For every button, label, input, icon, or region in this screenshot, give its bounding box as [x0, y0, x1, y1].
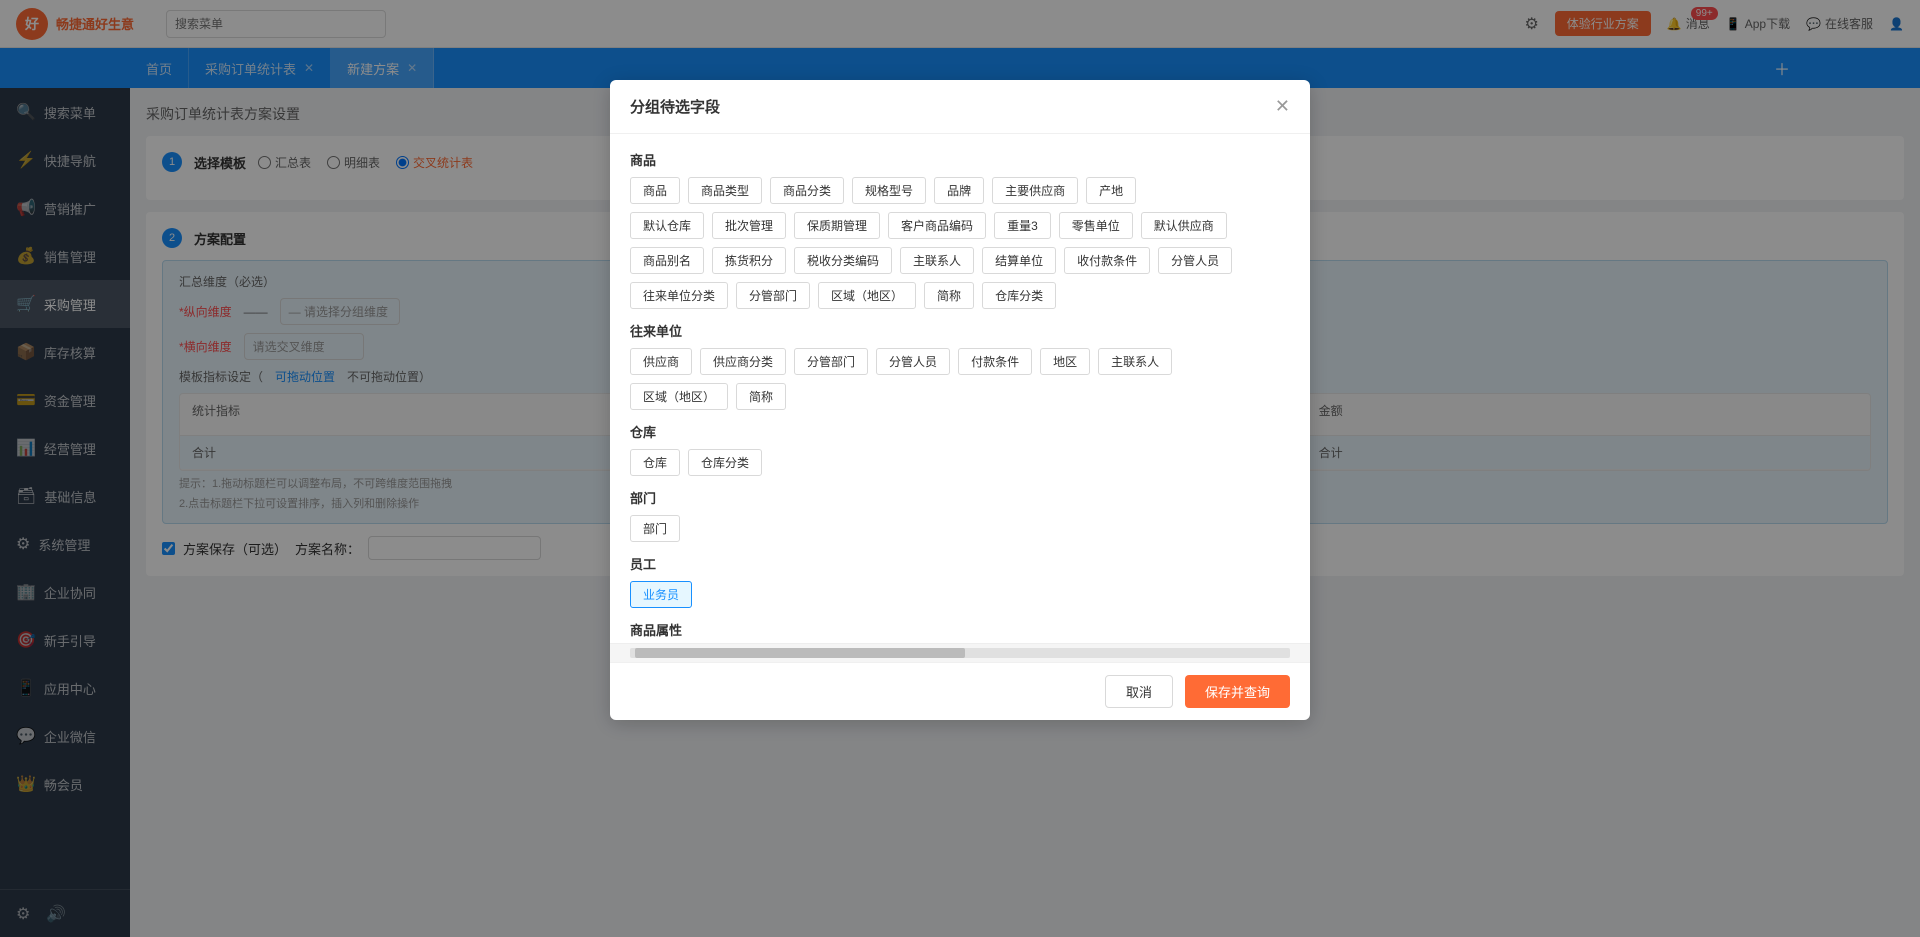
section-title-goods-attr: 商品属性 [630, 620, 1290, 639]
field-tag-weight3[interactable]: 重量3 [994, 212, 1051, 239]
field-tag-brand[interactable]: 品牌 [934, 177, 984, 204]
modal-overlay: 分组待选字段 ✕ 商品 商品 商品类型 商品分类 规格型号 品牌 主要供应商 产… [0, 0, 1920, 937]
field-tag-cp-staff[interactable]: 分管人员 [876, 348, 950, 375]
field-tags-staff: 业务员 [630, 581, 1290, 608]
section-title-counterparty: 往来单位 [630, 321, 1290, 340]
field-tag-manage-dept[interactable]: 分管部门 [736, 282, 810, 309]
field-tag-default-supplier[interactable]: 默认供应商 [1141, 212, 1227, 239]
section-title-warehouse: 仓库 [630, 422, 1290, 441]
field-tag-main-supplier[interactable]: 主要供应商 [992, 177, 1078, 204]
modal-header: 分组待选字段 ✕ [610, 80, 1310, 134]
field-tag-main-contact[interactable]: 主联系人 [900, 247, 974, 274]
field-tags-goods-row3: 商品别名 拣货积分 税收分类编码 主联系人 结算单位 收付款条件 分管人员 [630, 247, 1290, 274]
field-tag-settle-unit[interactable]: 结算单位 [982, 247, 1056, 274]
modal-dialog: 分组待选字段 ✕ 商品 商品 商品类型 商品分类 规格型号 品牌 主要供应商 产… [610, 80, 1310, 720]
field-tags-goods-row4: 往来单位分类 分管部门 区域（地区） 简称 仓库分类 [630, 282, 1290, 309]
field-tag-payment-terms[interactable]: 收付款条件 [1064, 247, 1150, 274]
field-tag-short-name[interactable]: 简称 [924, 282, 974, 309]
field-tag-manager[interactable]: 分管人员 [1158, 247, 1232, 274]
field-tag-contact[interactable]: 主联系人 [1098, 348, 1172, 375]
field-tag-retail-unit[interactable]: 零售单位 [1059, 212, 1133, 239]
field-tag-goods-type[interactable]: 商品类型 [688, 177, 762, 204]
field-tag-pick-points[interactable]: 拣货积分 [712, 247, 786, 274]
field-tag-origin[interactable]: 产地 [1086, 177, 1136, 204]
field-tag-goods-alias[interactable]: 商品别名 [630, 247, 704, 274]
field-tag-dept[interactable]: 分管部门 [794, 348, 868, 375]
field-tags-department: 部门 [630, 515, 1290, 542]
field-tag-dep[interactable]: 部门 [630, 515, 680, 542]
field-tag-tax-code[interactable]: 税收分类编码 [794, 247, 892, 274]
field-tag-batch-mgmt[interactable]: 批次管理 [712, 212, 786, 239]
field-tag-goods-cat[interactable]: 商品分类 [770, 177, 844, 204]
field-tags-goods: 商品 商品类型 商品分类 规格型号 品牌 主要供应商 产地 [630, 177, 1290, 204]
section-title-department: 部门 [630, 488, 1290, 507]
field-tag-goods[interactable]: 商品 [630, 177, 680, 204]
section-title-goods: 商品 [630, 150, 1290, 169]
field-tag-supplier[interactable]: 供应商 [630, 348, 692, 375]
section-title-staff: 员工 [630, 554, 1290, 573]
field-tags-warehouse: 仓库 仓库分类 [630, 449, 1290, 476]
modal-body: 商品 商品 商品类型 商品分类 规格型号 品牌 主要供应商 产地 默认仓库 批次… [610, 134, 1310, 643]
field-tag-region[interactable]: 区域（地区） [818, 282, 916, 309]
field-tag-wh-cat2[interactable]: 仓库分类 [688, 449, 762, 476]
field-tag-wh-cat[interactable]: 仓库分类 [982, 282, 1056, 309]
modal-hscroll-area [610, 643, 1310, 662]
field-tag-supplier-cat[interactable]: 供应商分类 [700, 348, 786, 375]
field-tag-short-name2[interactable]: 简称 [736, 383, 786, 410]
field-tag-customer-code[interactable]: 客户商品编码 [888, 212, 986, 239]
field-tag-quality-mgmt[interactable]: 保质期管理 [794, 212, 880, 239]
field-tag-salesperson[interactable]: 业务员 [630, 581, 692, 608]
modal-hscroll-thumb[interactable] [635, 648, 965, 658]
modal-close-button[interactable]: ✕ [1275, 96, 1290, 117]
field-tag-region2[interactable]: 区域（地区） [630, 383, 728, 410]
modal-hscroll-track [630, 648, 1290, 658]
field-tag-from-unit-cat[interactable]: 往来单位分类 [630, 282, 728, 309]
field-tags-counterparty-row2: 区域（地区） 简称 [630, 383, 1290, 410]
field-tag-spec-type[interactable]: 规格型号 [852, 177, 926, 204]
field-tag-area[interactable]: 地区 [1040, 348, 1090, 375]
cancel-button[interactable]: 取消 [1105, 675, 1173, 708]
modal-title: 分组待选字段 [630, 96, 720, 117]
field-tag-wh[interactable]: 仓库 [630, 449, 680, 476]
field-tag-payment-cond[interactable]: 付款条件 [958, 348, 1032, 375]
field-tags-counterparty: 供应商 供应商分类 分管部门 分管人员 付款条件 地区 主联系人 [630, 348, 1290, 375]
save-button[interactable]: 保存并查询 [1185, 675, 1290, 708]
modal-footer: 取消 保存并查询 [610, 662, 1310, 720]
field-tags-goods-row2: 默认仓库 批次管理 保质期管理 客户商品编码 重量3 零售单位 默认供应商 [630, 212, 1290, 239]
field-tag-default-wh[interactable]: 默认仓库 [630, 212, 704, 239]
